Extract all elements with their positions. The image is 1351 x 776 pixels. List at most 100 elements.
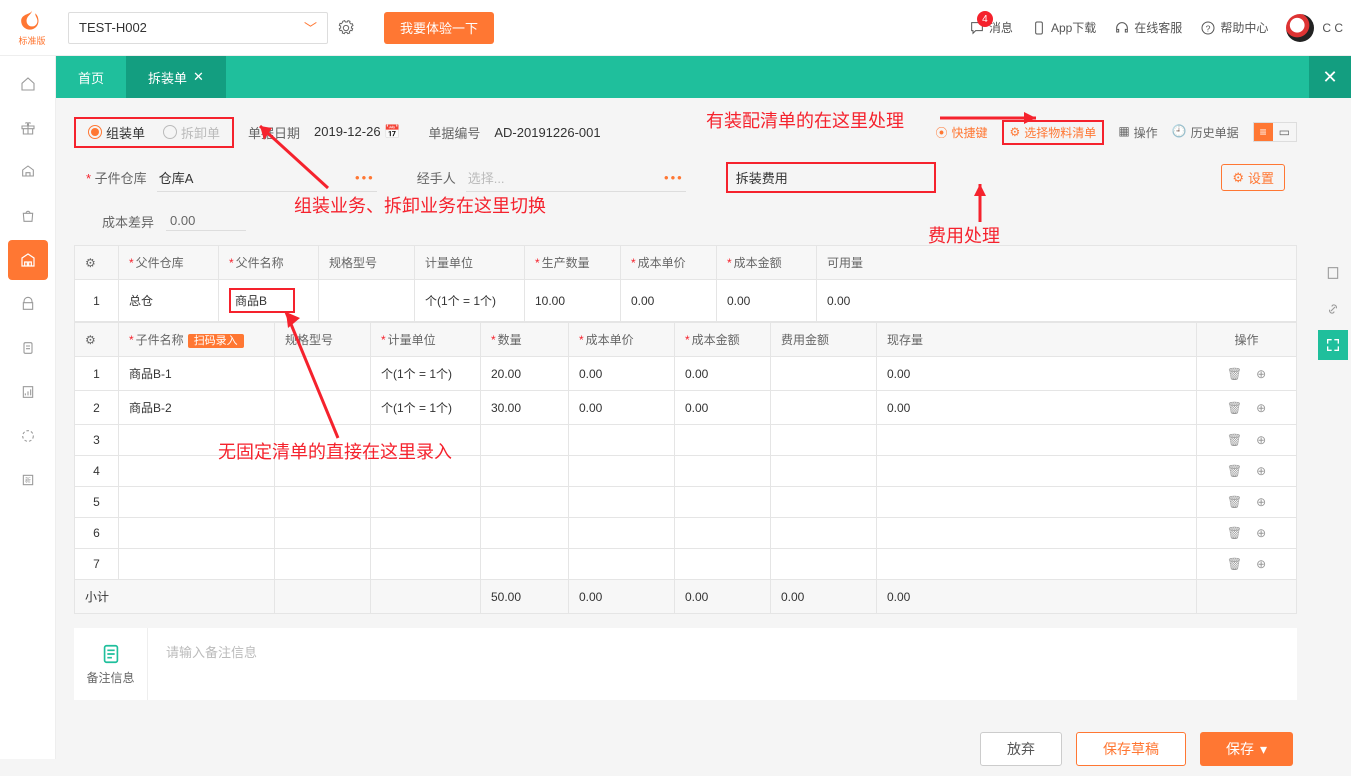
app-logo: 标准版 [8,8,56,47]
top-bar: 标准版 TEST-H002 ﹀ 我要体验一下 消息 4 App下载 在线客服 ?… [0,0,1351,56]
select-bom-button[interactable]: ⚙选择物料清单 [1002,120,1105,145]
tabs-bar: 首页 拆装单 ✕ ✕ [56,56,1351,98]
more-icon: ••• [355,170,375,185]
discard-button[interactable]: 放弃 [980,732,1062,766]
remarks-input[interactable]: 请输入备注信息 [148,628,1297,700]
more-icon: ••• [664,170,684,185]
rail-home-icon[interactable] [8,64,48,104]
logo-text: 标准版 [18,34,45,47]
table-row[interactable]: 7 🗑 ⊕ [75,549,1297,580]
footer-bar: 放弃 保存草稿 保存▾ [74,722,1297,776]
svg-text:?: ? [1206,23,1211,33]
radio-assemble[interactable]: 组装单 [88,123,145,142]
rr-expand-icon[interactable] [1318,330,1348,360]
quick-key-button[interactable]: ⦿ 快捷键 [936,124,988,141]
rail-report-icon[interactable] [8,372,48,412]
parent-row[interactable]: 1 总仓 商品B 个(1个 = 1个) 10.00 0.00 0.00 0.00 [75,280,1297,322]
view-card-icon: ▭ [1273,123,1296,141]
doc-no-label: 单据编号 [428,123,480,142]
gear-col-icon[interactable]: ⚙ [75,246,119,280]
sub-warehouse-label: 子件仓库 [86,168,147,187]
table-row[interactable]: 4 🗑 ⊕ [75,456,1297,487]
add-icon[interactable]: ⊕ [1256,367,1266,381]
remarks-block: 备注信息 请输入备注信息 [74,628,1297,700]
account-selector[interactable]: TEST-H002 ﹀ [68,12,328,44]
ops-menu[interactable]: ▦操作 [1118,124,1157,141]
add-icon[interactable]: ⊕ [1256,526,1266,540]
tabs-close-all[interactable]: ✕ [1309,56,1351,98]
col-parent-name: 父件名称 [229,256,284,270]
rail-money-icon[interactable] [8,284,48,324]
trial-button[interactable]: 我要体验一下 [384,12,494,44]
col-parent-qty: 生产数量 [535,256,590,270]
order-type-radio-group: 组装单 拆卸单 [74,117,234,148]
add-icon[interactable]: ⊕ [1256,464,1266,478]
settings-button[interactable]: ⚙设置 [1221,164,1285,191]
flame-icon [19,8,45,34]
radio-disassemble[interactable]: 拆卸单 [163,123,220,142]
col-child-ops: 操作 [1197,323,1297,357]
view-toggle[interactable]: ≡▭ [1253,122,1297,142]
table-row[interactable]: 2 商品B-2 个(1个 = 1个)30.00 0.000.00 0.00 🗑 … [75,391,1297,425]
save-draft-button[interactable]: 保存草稿 [1076,732,1186,766]
rail-cloud-icon[interactable] [8,152,48,192]
parent-table: ⚙ 父件仓库 父件名称 规格型号 计量单位 生产数量 成本单价 成本金额 可用量… [74,245,1297,614]
rail-bag-icon[interactable] [8,196,48,236]
gear-col-icon[interactable]: ⚙ [75,323,119,357]
online-service-button[interactable]: 在线客服 [1114,19,1182,36]
avatar [1286,14,1314,42]
delete-icon[interactable]: 🗑 [1227,464,1242,478]
delete-icon[interactable]: 🗑 [1227,367,1242,381]
messages-button[interactable]: 消息 4 [969,19,1013,36]
settings-icon[interactable] [338,20,354,36]
rail-sync-icon[interactable] [8,416,48,456]
rail-new-icon[interactable]: 新 [8,460,48,500]
add-icon[interactable]: ⊕ [1256,495,1266,509]
rail-gift-icon[interactable] [8,108,48,148]
rr-link-icon[interactable] [1318,294,1348,324]
rr-note-icon[interactable] [1318,258,1348,288]
cost-diff-value: 0.00 [166,211,246,231]
side-rail: 新 [0,56,56,759]
user-menu[interactable]: C C [1286,14,1343,42]
rail-warehouse-icon[interactable] [8,240,48,280]
delete-icon[interactable]: 🗑 [1227,401,1242,415]
tab-home[interactable]: 首页 [56,56,126,98]
delete-icon[interactable]: 🗑 [1227,526,1242,540]
grid-icon: ▦ [1118,124,1129,141]
handler-label: 经手人 [417,168,456,187]
history-button[interactable]: 🕘历史单据 [1172,124,1239,141]
col-parent-unit: 计量单位 [415,246,525,280]
sub-warehouse-input[interactable]: 仓库A••• [157,164,377,192]
fee-input[interactable]: 拆装费用 [726,162,936,193]
app-download-button[interactable]: App下载 [1031,19,1096,36]
add-icon[interactable]: ⊕ [1256,401,1266,415]
col-child-unit: 计量单位 [381,333,436,347]
parent-name-cell[interactable]: 商品B [229,288,295,313]
gear-icon: ⚙ [1232,170,1244,186]
table-row[interactable]: 1 商品B-1 个(1个 = 1个)20.00 0.000.00 0.00 🗑 … [75,357,1297,391]
table-row[interactable]: 3 🗑 ⊕ [75,425,1297,456]
delete-icon[interactable]: 🗑 [1227,433,1242,447]
content: 组装单 拆卸单 单据日期 2019-12-26 📅 单据编号 AD-201912… [56,98,1315,776]
table-row[interactable]: 5 🗑 ⊕ [75,487,1297,518]
top-actions: 消息 4 App下载 在线客服 ? 帮助中心 C C [969,14,1343,42]
add-icon[interactable]: ⊕ [1256,557,1266,571]
help-center-button[interactable]: ? 帮助中心 [1200,19,1268,36]
close-icon[interactable]: ✕ [193,69,204,85]
handler-input[interactable]: 选择...••• [466,164,686,192]
doc-date-input[interactable]: 2019-12-26 📅 [314,124,400,140]
save-button[interactable]: 保存▾ [1200,732,1293,766]
delete-icon[interactable]: 🗑 [1227,557,1242,571]
rail-clipboard-icon[interactable] [8,328,48,368]
add-icon[interactable]: ⊕ [1256,433,1266,447]
tab-assembly-order[interactable]: 拆装单 ✕ [126,56,226,98]
messages-badge: 4 [977,11,993,27]
chevron-down-icon: ﹀ [304,18,317,37]
delete-icon[interactable]: 🗑 [1227,495,1242,509]
toolbar-right: ⦿ 快捷键 ⚙选择物料清单 ▦操作 🕘历史单据 ≡▭ [936,120,1298,145]
child-table: ⚙ 子件名称扫码录入 规格型号 计量单位 数量 成本单价 成本金额 费用金额 现… [74,322,1297,614]
table-row[interactable]: 6 🗑 ⊕ [75,518,1297,549]
scan-tag[interactable]: 扫码录入 [188,334,244,348]
col-parent-avail: 可用量 [817,246,1297,280]
